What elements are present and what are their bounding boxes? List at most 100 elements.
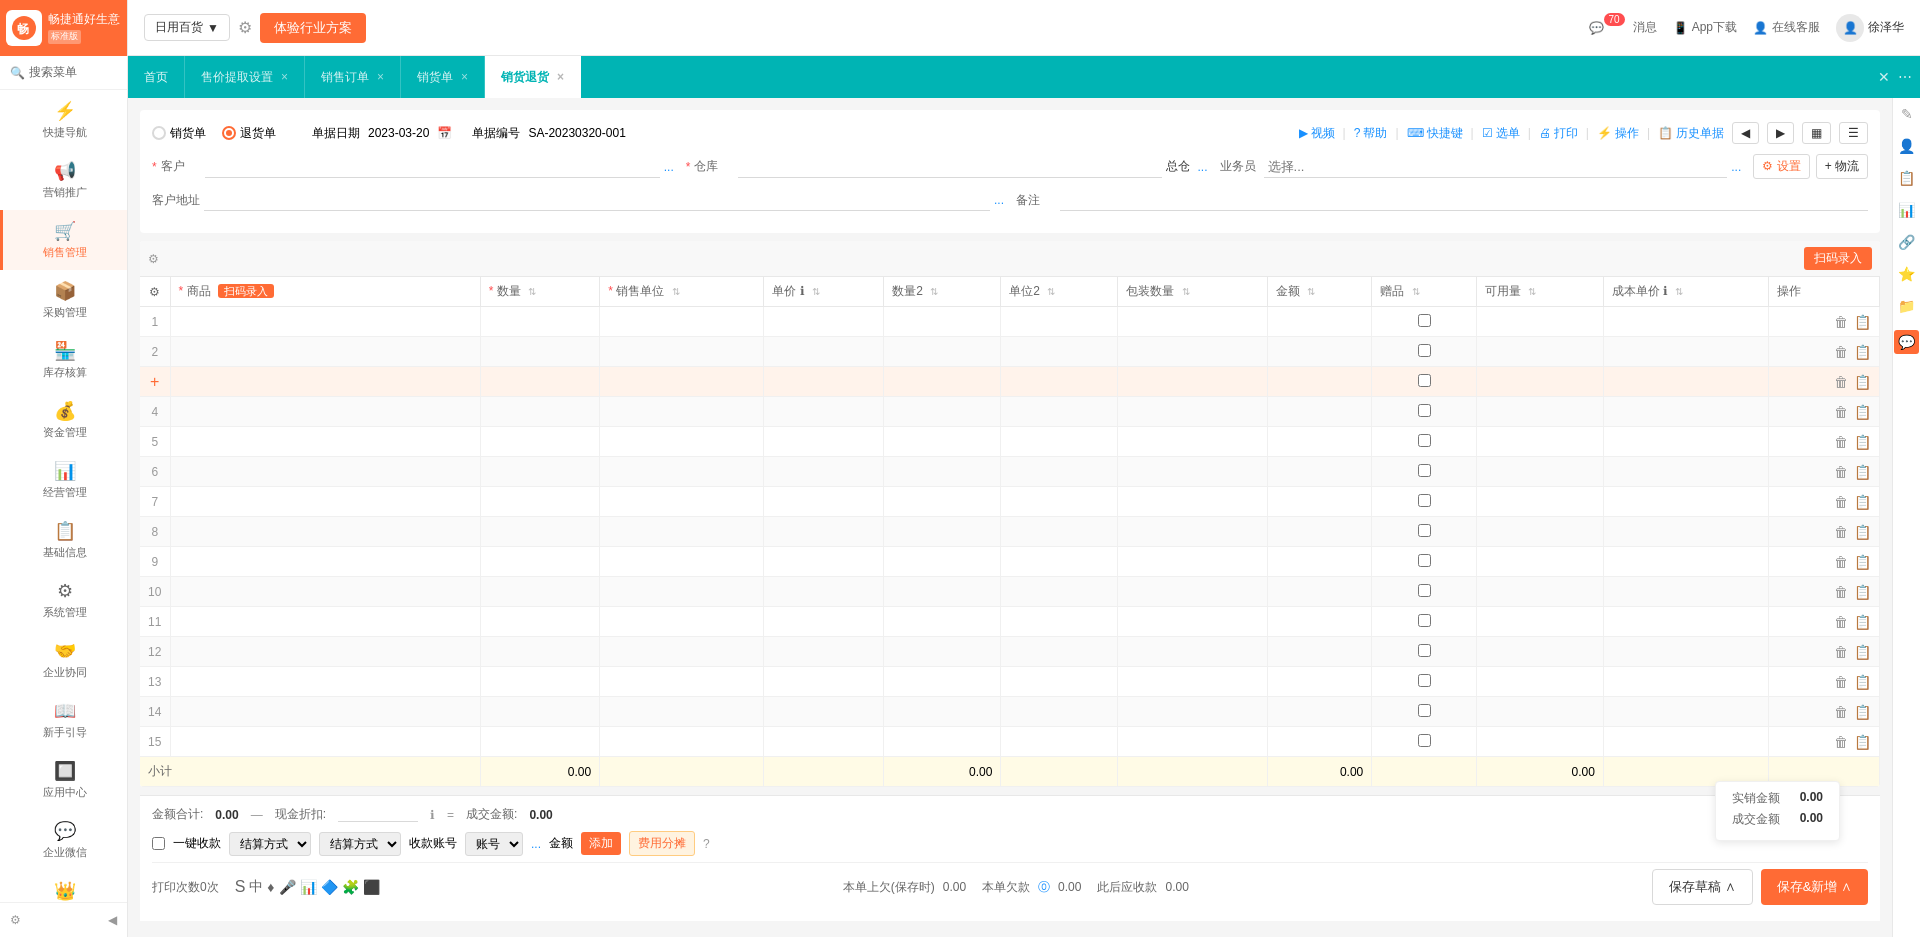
settings-gear-icon[interactable]: ⚙ xyxy=(238,18,252,37)
sidebar-item-basic[interactable]: 📋 基础信息 xyxy=(0,510,127,570)
sidebar-item-apps[interactable]: 🔲 应用中心 xyxy=(0,750,127,810)
sidebar-item-sales[interactable]: 🛒 销售管理 xyxy=(0,210,127,270)
available-cell-3[interactable] xyxy=(1476,367,1603,397)
warehouse-input[interactable] xyxy=(738,156,1161,178)
col-qty-sort[interactable]: ⇅ xyxy=(528,286,536,297)
col-price-sort[interactable]: ⇅ xyxy=(812,286,820,297)
tab-sales-order-close[interactable]: × xyxy=(377,70,384,84)
account-dots[interactable]: ... xyxy=(531,837,541,851)
amount-cell-2[interactable] xyxy=(1267,337,1372,367)
sidebar-item-marketing[interactable]: 📢 营销推广 xyxy=(0,150,127,210)
tab-price-setting[interactable]: 售价提取设置 × xyxy=(185,56,305,98)
app-download-group[interactable]: 📱 App下载 xyxy=(1673,19,1737,36)
copy-icon-13[interactable]: 📋 xyxy=(1854,674,1871,690)
delete-icon-8[interactable]: 🗑 xyxy=(1834,524,1848,540)
sidebar-item-collab[interactable]: 🤝 企业协同 xyxy=(0,630,127,690)
copy-icon-4[interactable]: 📋 xyxy=(1854,404,1871,420)
warehouse-dots[interactable]: ... xyxy=(1198,160,1208,174)
fee-split-btn[interactable]: 费用分摊 xyxy=(629,831,695,856)
delete-icon-4[interactable]: 🗑 xyxy=(1834,404,1848,420)
gift-cell-1[interactable] xyxy=(1372,307,1477,337)
qty-cell-1[interactable] xyxy=(480,307,600,337)
message-group[interactable]: 💬 70 消息 xyxy=(1589,19,1657,36)
radio-delivery[interactable]: 销货单 xyxy=(152,125,206,142)
tab-price-setting-close[interactable]: × xyxy=(281,70,288,84)
copy-icon-12[interactable]: 📋 xyxy=(1854,644,1871,660)
account-num-select[interactable]: 账号 xyxy=(465,832,523,856)
col-unit-sort[interactable]: ⇅ xyxy=(672,286,680,297)
sidebar-item-wechat[interactable]: 💬 企业微信 xyxy=(0,810,127,870)
unit-cell-3[interactable] xyxy=(600,367,764,397)
add-row-icon[interactable]: + xyxy=(150,373,159,390)
amount-cell-3[interactable] xyxy=(1267,367,1372,397)
sidebar-item-system[interactable]: ⚙ 系统管理 xyxy=(0,570,127,630)
available-cell-2[interactable] xyxy=(1476,337,1603,367)
sidebar-item-member[interactable]: 👑 畅会员 xyxy=(0,870,127,902)
col-available-sort[interactable]: ⇅ xyxy=(1528,286,1536,297)
tab-menu-icon[interactable]: ⋯ xyxy=(1898,69,1912,85)
prev-btn[interactable]: ◀ xyxy=(1732,122,1759,144)
cost-price-cell-2[interactable] xyxy=(1603,337,1768,367)
shortcut-link[interactable]: ⌨ 快捷键 xyxy=(1407,125,1463,142)
unit2-cell-2[interactable] xyxy=(1001,337,1118,367)
unit2-cell-1[interactable] xyxy=(1001,307,1118,337)
add-logistics-button[interactable]: + 物流 xyxy=(1816,154,1868,179)
video-link[interactable]: ▶ 视频 xyxy=(1299,125,1335,142)
col-amount-sort[interactable]: ⇅ xyxy=(1307,286,1315,297)
cost-price-cell-3[interactable] xyxy=(1603,367,1768,397)
right-panel-icon-1[interactable]: ✎ xyxy=(1901,106,1913,122)
copy-icon-7[interactable]: 📋 xyxy=(1854,494,1871,510)
delete-icon-1[interactable]: 🗑 xyxy=(1834,314,1848,330)
list-view-btn[interactable]: ☰ xyxy=(1839,122,1868,144)
gear-settings-icon[interactable]: ⚙ xyxy=(148,252,159,266)
address-dots[interactable]: ... xyxy=(994,193,1004,207)
history-link[interactable]: 📋 历史单据 xyxy=(1658,125,1724,142)
experience-btn[interactable]: 体验行业方案 xyxy=(260,13,366,43)
gift-cell-3[interactable] xyxy=(1372,367,1477,397)
copy-icon-9[interactable]: 📋 xyxy=(1854,554,1871,570)
tab-close-all-icon[interactable]: ✕ xyxy=(1878,69,1890,85)
gift-checkbox-1[interactable] xyxy=(1418,314,1431,327)
delete-icon-15[interactable]: 🗑 xyxy=(1834,734,1848,750)
add-payment-btn[interactable]: 添加 xyxy=(581,832,621,855)
tab-sales-return-close[interactable]: × xyxy=(557,70,564,84)
sidebar-item-inventory[interactable]: 🏪 库存核算 xyxy=(0,330,127,390)
copy-icon-5[interactable]: 📋 xyxy=(1854,434,1871,450)
copy-icon-10[interactable]: 📋 xyxy=(1854,584,1871,600)
gift-checkbox-2[interactable] xyxy=(1418,344,1431,357)
available-cell-1[interactable] xyxy=(1476,307,1603,337)
pack-qty-cell-1[interactable] xyxy=(1118,307,1267,337)
unit-cell-1[interactable] xyxy=(600,307,764,337)
sidebar-item-operations[interactable]: 📊 经营管理 xyxy=(0,450,127,510)
payment-method-select[interactable]: 结算方式 xyxy=(229,832,311,856)
search-menu[interactable]: 🔍 搜索菜单 xyxy=(0,56,127,90)
discount-input[interactable] xyxy=(338,807,418,822)
copy-icon-8[interactable]: 📋 xyxy=(1854,524,1871,540)
tab-home[interactable]: 首页 xyxy=(128,56,185,98)
delete-icon-5[interactable]: 🗑 xyxy=(1834,434,1848,450)
qty-cell-2[interactable] xyxy=(480,337,600,367)
save-new-btn[interactable]: 保存&新增 ∧ xyxy=(1761,869,1868,905)
sidebar-gear-icon[interactable]: ⚙ xyxy=(10,913,21,927)
one-key-payment-checkbox[interactable] xyxy=(152,837,165,850)
product-cell-2[interactable] xyxy=(170,337,480,367)
product-cell-3[interactable] xyxy=(170,367,480,397)
sidebar-item-purchase[interactable]: 📦 采购管理 xyxy=(0,270,127,330)
user-info[interactable]: 👤 徐泽华 xyxy=(1836,14,1904,42)
remark-input[interactable] xyxy=(1060,189,1868,211)
delete-icon-14[interactable]: 🗑 xyxy=(1834,704,1848,720)
print-link[interactable]: 🖨 打印 xyxy=(1539,125,1578,142)
copy-icon-1[interactable]: 📋 xyxy=(1854,314,1871,330)
col-cost-price-sort[interactable]: ⇅ xyxy=(1675,286,1683,297)
delete-icon-6[interactable]: 🗑 xyxy=(1834,464,1848,480)
gift-cell-2[interactable] xyxy=(1372,337,1477,367)
help-link[interactable]: ? 帮助 xyxy=(1354,125,1388,142)
pack-qty-cell-3[interactable] xyxy=(1118,367,1267,397)
sidebar-item-guide[interactable]: 📖 新手引导 xyxy=(0,690,127,750)
daily-category-select[interactable]: 日用百货 ▼ xyxy=(144,14,230,41)
copy-icon-14[interactable]: 📋 xyxy=(1854,704,1871,720)
cost-price-cell-1[interactable] xyxy=(1603,307,1768,337)
right-panel-icon-3[interactable]: 📋 xyxy=(1898,170,1915,186)
select-link[interactable]: ☑ 选单 xyxy=(1482,125,1520,142)
tab-sales-delivery-close[interactable]: × xyxy=(461,70,468,84)
